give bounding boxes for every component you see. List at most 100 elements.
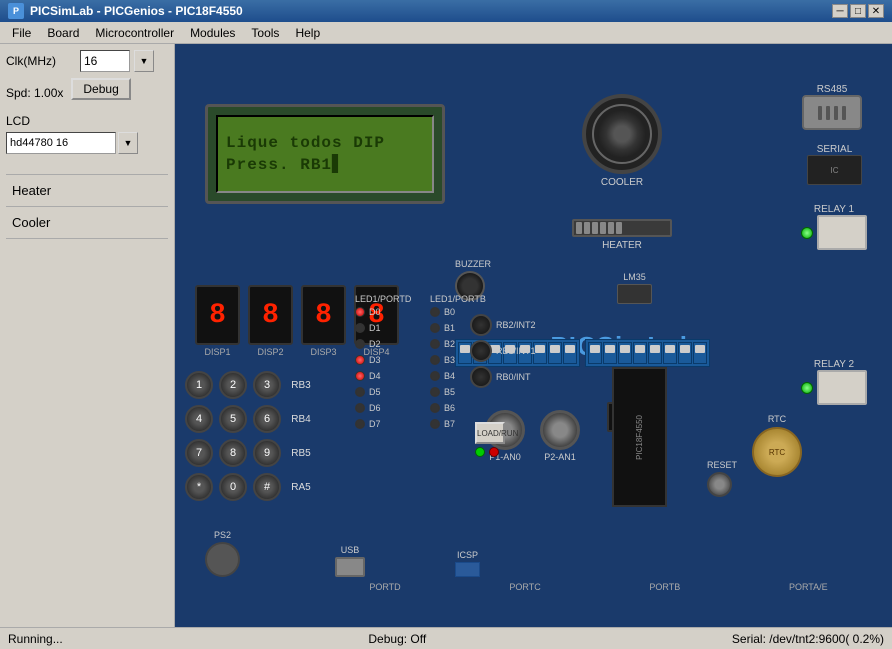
key-6[interactable]: 6 <box>253 405 281 433</box>
reset-section: RESET <box>707 460 737 497</box>
relay2-body <box>801 370 867 405</box>
debug-button[interactable]: Debug <box>71 78 130 100</box>
led-b6 <box>430 403 440 413</box>
dip-9[interactable] <box>588 342 602 364</box>
run-led-green <box>475 447 485 457</box>
ps2-section: PS2 <box>205 530 240 577</box>
led-d5-row: D5 <box>355 387 411 397</box>
dip-16[interactable] <box>693 342 707 364</box>
usb-connector <box>335 557 365 577</box>
clk-dropdown[interactable]: ▼ <box>134 50 154 72</box>
divider-1 <box>6 174 168 175</box>
dip-bank-2[interactable] <box>585 339 710 367</box>
clk-input[interactable] <box>80 50 130 72</box>
led-d6-row: D6 <box>355 403 411 413</box>
p2-pot[interactable] <box>540 410 580 450</box>
rs485-section: RS485 <box>802 84 862 130</box>
heater-pin-5 <box>608 222 614 234</box>
keypad: 1 2 3 RB3 4 5 6 RB4 7 8 9 RB5 <box>185 371 315 507</box>
led-d6 <box>355 403 365 413</box>
menu-board[interactable]: Board <box>39 24 87 42</box>
lcd-type-input[interactable] <box>6 132 116 154</box>
leds-portb: B0 B1 B2 B3 B4 B5 B6 B7 <box>430 307 486 432</box>
menubar: File Board Microcontroller Modules Tools… <box>0 22 892 44</box>
p2-section: P2-AN1 <box>540 410 580 462</box>
key-3[interactable]: 3 <box>253 371 281 399</box>
key-9[interactable]: 9 <box>253 439 281 467</box>
led-b1 <box>430 323 440 333</box>
led-d5-label: D5 <box>369 387 381 397</box>
menu-file[interactable]: File <box>4 24 39 42</box>
maximize-button[interactable]: □ <box>850 4 866 18</box>
key-ra5-label: RA5 <box>287 482 315 493</box>
dip-14[interactable] <box>663 342 677 364</box>
minimize-button[interactable]: ─ <box>832 4 848 18</box>
dip-7[interactable] <box>548 342 562 364</box>
statusbar: Running... Debug: Off Serial: /dev/tnt2:… <box>0 627 892 649</box>
close-button[interactable]: ✕ <box>868 4 884 18</box>
board-area: Lique todos DIP Press. RB1▋ COOLER <box>175 44 892 627</box>
keypad-row-3: 7 8 9 RB5 <box>185 439 315 467</box>
heater-label: HEATER <box>572 240 672 251</box>
led-b6-row: B6 <box>430 403 486 413</box>
serial-chip: IC <box>807 155 862 185</box>
dip-12[interactable] <box>633 342 647 364</box>
key-rb4-label: RB4 <box>287 414 315 425</box>
load-run-leds <box>475 447 505 457</box>
dip-15[interactable] <box>678 342 692 364</box>
keypad-row-4: * 0 # RA5 <box>185 473 315 501</box>
titlebar-controls[interactable]: ─ □ ✕ <box>832 4 884 18</box>
heater-pin-1 <box>576 222 582 234</box>
key-8[interactable]: 8 <box>219 439 247 467</box>
keypad-row-1: 1 2 3 RB3 <box>185 371 315 399</box>
relay2-section: RELAY 2 <box>801 359 867 405</box>
heater-pin-2 <box>584 222 590 234</box>
led-b5-label: B5 <box>444 387 455 397</box>
led-portb-header: LED1/PORTB <box>430 294 486 304</box>
keypad-row-2: 4 5 6 RB4 <box>185 405 315 433</box>
key-0[interactable]: 0 <box>219 473 247 501</box>
led-d1-label: D1 <box>369 323 381 333</box>
reset-button[interactable] <box>707 472 732 497</box>
key-hash[interactable]: # <box>253 473 281 501</box>
relay1-block <box>817 215 867 250</box>
menu-tools[interactable]: Tools <box>243 24 287 42</box>
lcd-line-1: Lique todos DIP <box>226 132 424 154</box>
lm35-chip <box>617 284 652 304</box>
led-b2-label: B2 <box>444 339 455 349</box>
dip-8[interactable] <box>563 342 577 364</box>
key-star[interactable]: * <box>185 473 213 501</box>
menu-microcontroller[interactable]: Microcontroller <box>87 24 182 42</box>
disp3: 8 <box>301 285 346 345</box>
led-b0-row: B0 <box>430 307 486 317</box>
relay1-section: RELAY 1 <box>801 204 867 250</box>
fan-inner <box>592 104 652 164</box>
disp1-digit: 8 <box>209 300 226 331</box>
key-2[interactable]: 2 <box>219 371 247 399</box>
lm35-section: LM35 <box>617 272 652 304</box>
relay1-led <box>801 227 813 239</box>
dip-13[interactable] <box>648 342 662 364</box>
key-7[interactable]: 7 <box>185 439 213 467</box>
sidebar-item-cooler[interactable]: Cooler <box>6 211 168 234</box>
led-b5 <box>430 387 440 397</box>
sidebar-item-heater[interactable]: Heater <box>6 179 168 202</box>
left-panel: Clk(MHz) ▼ Spd: 1.00x Debug LCD ▼ Heater… <box>0 44 175 627</box>
cooler-label: COOLER <box>582 177 662 188</box>
led-b4-row: B4 <box>430 371 486 381</box>
led-d3-label: D3 <box>369 355 381 365</box>
relay1-label: RELAY 1 <box>801 204 867 215</box>
dip-11[interactable] <box>618 342 632 364</box>
lcd-dropdown[interactable]: ▼ <box>118 132 138 154</box>
led-b7 <box>430 419 440 429</box>
heater-section: HEATER <box>572 219 672 251</box>
menu-help[interactable]: Help <box>287 24 328 42</box>
menu-modules[interactable]: Modules <box>182 24 243 42</box>
disp3-digit: 8 <box>315 300 332 331</box>
key-5[interactable]: 5 <box>219 405 247 433</box>
key-1[interactable]: 1 <box>185 371 213 399</box>
leds-portd: D0 D1 D2 D3 D4 D5 D6 D7 <box>355 307 411 432</box>
load-run-button[interactable]: LOAD/RUN <box>475 422 505 444</box>
dip-10[interactable] <box>603 342 617 364</box>
key-4[interactable]: 4 <box>185 405 213 433</box>
